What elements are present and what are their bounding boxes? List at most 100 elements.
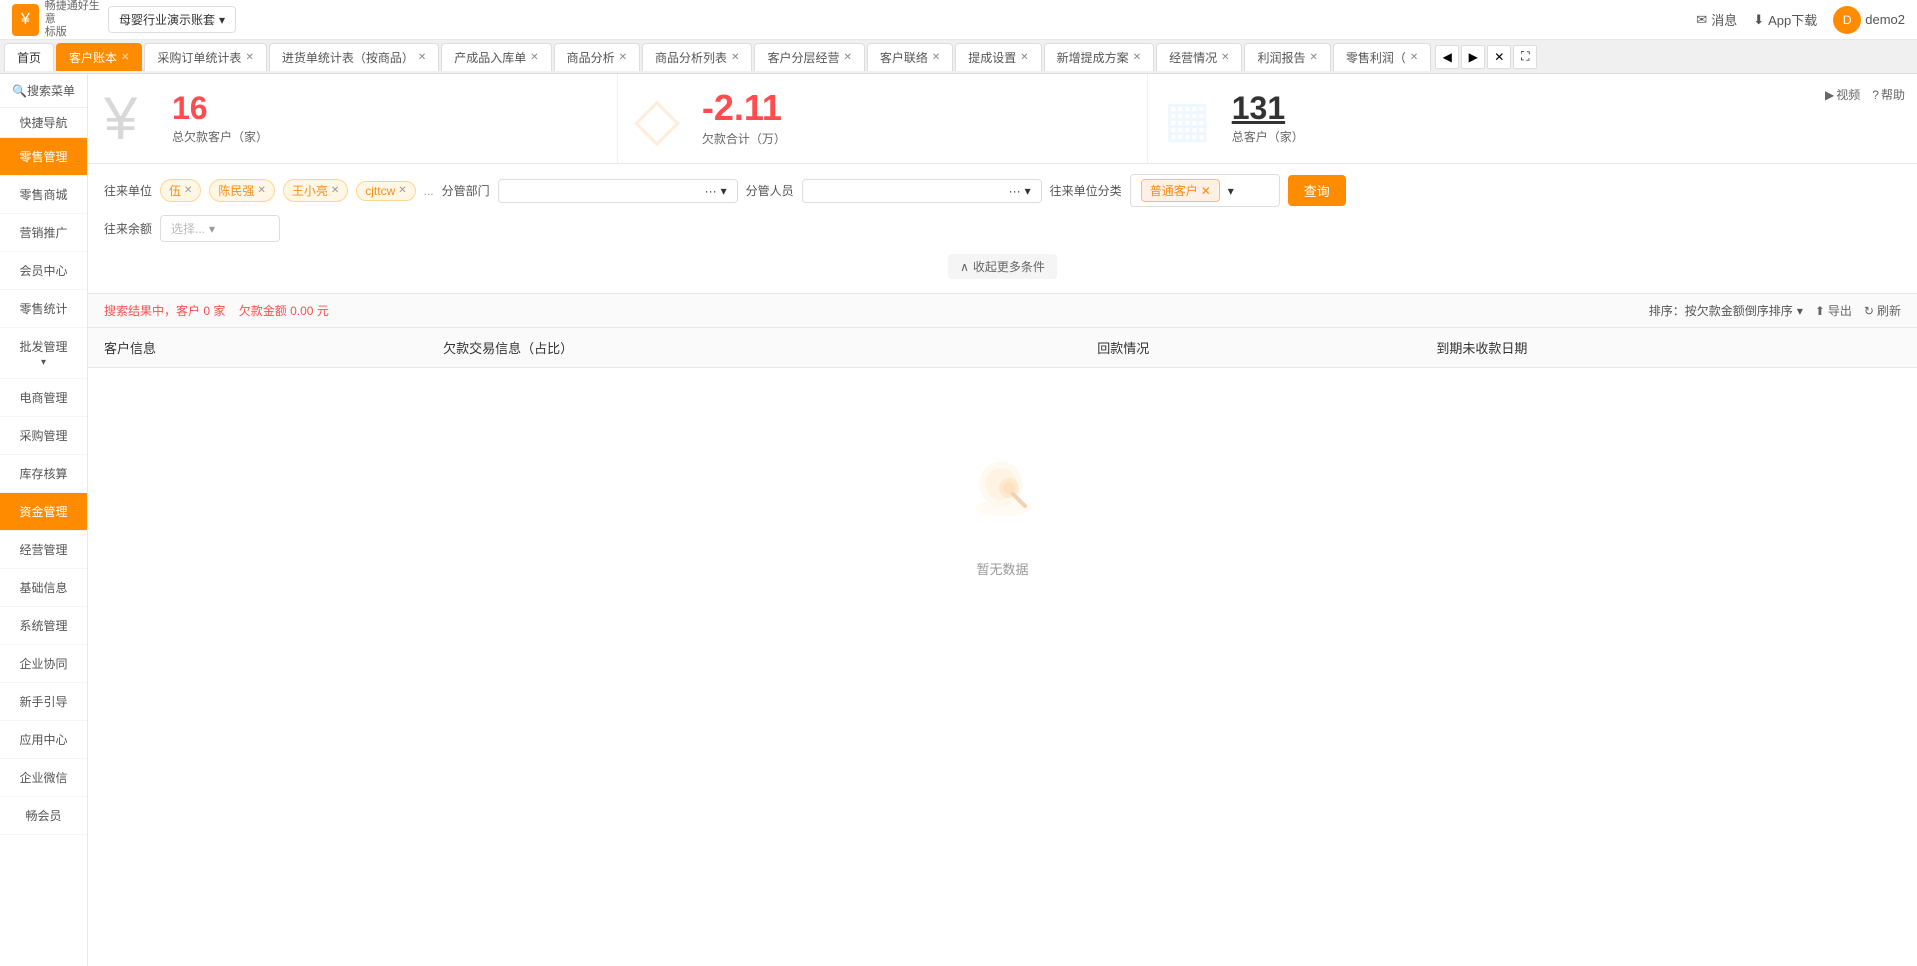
stat-block-debt: ◇ -2.11 欠款合计（万）: [618, 74, 1148, 163]
help-icon: ?: [1872, 88, 1879, 102]
help-button[interactable]: ? 帮助: [1872, 86, 1905, 103]
sort-select[interactable]: 排序：按欠款金额倒序排序 ▾: [1649, 302, 1803, 319]
tab-customer-contact[interactable]: 客户联络 ✕: [867, 43, 953, 71]
collapse-row: ∧ 收起更多条件: [104, 250, 1901, 283]
filter-tag-unit2: 陈民强 ✕: [209, 179, 274, 202]
tab-next-button[interactable]: ▶: [1461, 45, 1485, 69]
filter-tag-unit4: cjttcw ✕: [356, 181, 415, 201]
remove-unit3-icon[interactable]: ✕: [331, 185, 339, 196]
sidebar-item-retail-mall[interactable]: 零售商城: [0, 176, 87, 214]
table-container: 客户信息 欠款交易信息（占比） 回款情况 到期未收款日期: [88, 328, 1917, 966]
query-button[interactable]: 查询: [1288, 175, 1346, 206]
results-bar: 搜索结果中，客户 0 家 欠款金额 0.00 元 排序：按欠款金额倒序排序 ▾ …: [88, 294, 1917, 328]
sidebar-item-operations[interactable]: 经营管理: [0, 531, 87, 569]
filter-area: 往来单位 伍 ✕ 陈民强 ✕ 王小亮 ✕ cjttcw: [88, 164, 1917, 294]
sidebar-item-finance[interactable]: 资金管理: [0, 493, 87, 531]
tab-close-icon[interactable]: ✕: [530, 52, 538, 63]
tab-close-icon[interactable]: ✕: [1133, 52, 1141, 63]
chevron-down-icon: ▾: [1228, 184, 1234, 198]
tab-purchase-orders[interactable]: 采购订单统计表 ✕: [144, 43, 266, 71]
chevron-down-icon: ▾: [41, 357, 46, 368]
sidebar-item-enterprise-wechat[interactable]: 企业微信: [0, 759, 87, 797]
tab-stock-stats[interactable]: 进货单统计表（按商品） ✕: [269, 43, 439, 71]
tab-close-icon[interactable]: ✕: [418, 52, 426, 63]
balance-input[interactable]: 选择... ▾: [160, 215, 280, 242]
sidebar-search[interactable]: 🔍 搜索菜单: [0, 74, 87, 108]
sidebar-item-new-guide[interactable]: 新手引导: [0, 683, 87, 721]
col-payment: 回款情况: [1081, 328, 1420, 368]
tab-product-analysis-list[interactable]: 商品分析列表 ✕: [642, 43, 752, 71]
tab-retail-profit[interactable]: 零售利润（ ✕: [1333, 43, 1431, 71]
sidebar: 🔍 搜索菜单 快捷导航 零售管理 零售商城 营销推广 会员中心 零售统计: [0, 74, 88, 966]
avatar: D: [1833, 6, 1861, 34]
tab-bar: 首页 客户账本 ✕ 采购订单统计表 ✕ 进货单统计表（按商品） ✕ 产成品入库单…: [0, 40, 1917, 74]
sidebar-quick-nav[interactable]: 快捷导航: [0, 108, 87, 138]
tab-accounts[interactable]: 客户账本 ✕: [56, 43, 142, 71]
sidebar-item-member-plus[interactable]: 畅会员: [0, 797, 87, 835]
tab-close-icon[interactable]: ✕: [245, 52, 253, 63]
tab-close-icon[interactable]: ✕: [1310, 52, 1318, 63]
tab-close-icon[interactable]: ✕: [1020, 52, 1028, 63]
tab-fullscreen-button[interactable]: ⛶: [1513, 45, 1537, 69]
video-button[interactable]: ▶ 视频: [1825, 86, 1860, 103]
sidebar-item-marketing[interactable]: 营销推广: [0, 214, 87, 252]
export-icon: ⬆: [1815, 304, 1825, 318]
tab-close-icon[interactable]: ✕: [121, 52, 129, 63]
tab-operations[interactable]: 经营情况 ✕: [1156, 43, 1242, 71]
sidebar-item-retail-stats[interactable]: 零售统计: [0, 290, 87, 328]
tab-close-icon[interactable]: ✕: [1410, 52, 1418, 63]
tab-product-stock[interactable]: 产成品入库单 ✕: [441, 43, 551, 71]
person-more-icon: ···: [1009, 184, 1021, 198]
stat-block-total-customers: ▦ 131 总客户（家）: [1148, 74, 1917, 163]
person-select[interactable]: ··· ▾: [802, 179, 1042, 203]
results-info: 搜索结果中，客户 0 家 欠款金额 0.00 元: [104, 302, 329, 319]
tab-close-icon[interactable]: ✕: [731, 52, 739, 63]
refresh-button[interactable]: ↻ 刷新: [1864, 302, 1901, 319]
tab-customer-layer[interactable]: 客户分层经营 ✕: [754, 43, 864, 71]
stat-number-total: 131: [1232, 92, 1304, 124]
chevron-down-icon: ▾: [721, 184, 727, 198]
app-download-button[interactable]: ⬇ App下载: [1753, 10, 1817, 29]
sidebar-item-ecommerce[interactable]: 电商管理: [0, 379, 87, 417]
workspace-selector[interactable]: 母婴行业演示账套 ▾: [108, 6, 236, 33]
sidebar-item-enterprise-agreement[interactable]: 企业协同: [0, 645, 87, 683]
chevron-down-icon: ▾: [209, 222, 215, 236]
collapse-button[interactable]: ∧ 收起更多条件: [948, 254, 1057, 279]
tab-product-analysis[interactable]: 商品分析 ✕: [554, 43, 640, 71]
messages-button[interactable]: ✉ 消息: [1696, 10, 1737, 29]
sidebar-item-member[interactable]: 会员中心: [0, 252, 87, 290]
main-area: 🔍 搜索菜单 快捷导航 零售管理 零售商城 营销推广 会员中心 零售统计: [0, 74, 1917, 966]
col-debt-info: 欠款交易信息（占比）: [427, 328, 1081, 368]
download-icon: ⬇: [1753, 12, 1764, 28]
category-select[interactable]: 普通客户 ✕ ▾: [1130, 174, 1280, 207]
tab-profit-report[interactable]: 利润报告 ✕: [1244, 43, 1330, 71]
refresh-icon: ↻: [1864, 304, 1874, 318]
tab-prompt-settings[interactable]: 提成设置 ✕: [955, 43, 1041, 71]
dept-select[interactable]: ··· ▾: [498, 179, 738, 203]
sidebar-item-retail[interactable]: 零售管理: [0, 138, 87, 176]
export-button[interactable]: ⬆ 导出: [1815, 302, 1852, 319]
tab-home[interactable]: 首页: [4, 43, 54, 71]
tab-close-icon[interactable]: ✕: [932, 52, 940, 63]
tab-prev-button[interactable]: ◀: [1435, 45, 1459, 69]
tab-close-icon[interactable]: ✕: [619, 52, 627, 63]
sidebar-item-purchase[interactable]: 采购管理: [0, 417, 87, 455]
remove-unit2-icon[interactable]: ✕: [257, 185, 265, 196]
remove-category-icon[interactable]: ✕: [1201, 184, 1211, 198]
tab-close-all-button[interactable]: ✕: [1487, 45, 1511, 69]
tab-close-icon[interactable]: ✕: [1221, 52, 1229, 63]
sidebar-item-app-center[interactable]: 应用中心: [0, 721, 87, 759]
tab-close-icon[interactable]: ✕: [843, 52, 851, 63]
sidebar-item-system[interactable]: 系统管理: [0, 607, 87, 645]
remove-unit1-icon[interactable]: ✕: [184, 185, 192, 196]
empty-text: 暂无数据: [976, 559, 1028, 578]
tab-new-prompt[interactable]: 新增提成方案 ✕: [1044, 43, 1154, 71]
sidebar-item-basic-info[interactable]: 基础信息: [0, 569, 87, 607]
sidebar-item-inventory[interactable]: 库存核算: [0, 455, 87, 493]
filter-more-btn[interactable]: ...: [424, 184, 434, 198]
sidebar-item-wholesale[interactable]: 批发管理 ▾: [0, 328, 87, 379]
user-menu[interactable]: D demo2: [1833, 6, 1905, 34]
col-due-date: 到期未收款日期: [1420, 328, 1917, 368]
remove-unit4-icon[interactable]: ✕: [398, 185, 406, 196]
logo-icon: ¥: [12, 4, 39, 36]
